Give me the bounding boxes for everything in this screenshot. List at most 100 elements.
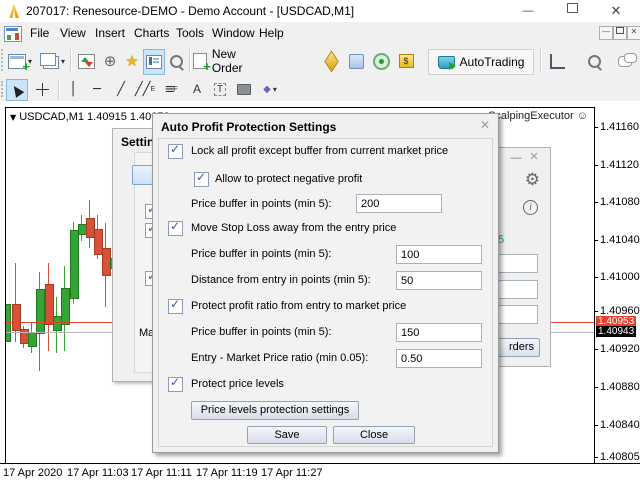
- line-studies-toolbar: │ ─ ╱ ╱╱ E ≡ F A T ◆ ▾: [0, 77, 640, 102]
- title-bar: 207017: Renesource-DEMO - Demo Account -…: [0, 0, 640, 23]
- dialog-title: Auto Profit Protection Settings: [161, 120, 337, 134]
- arrows-tool-button[interactable]: ◆ ▾: [257, 79, 283, 99]
- price-tick-label: 1.41080: [600, 196, 640, 208]
- chart-properties-button[interactable]: [546, 49, 568, 73]
- mdi-close-button[interactable]: ✕: [627, 26, 640, 40]
- panel-close-icon[interactable]: ✕: [528, 151, 540, 163]
- protect-levels-label: Protect price levels: [191, 378, 284, 390]
- rectangle-icon: [237, 83, 251, 95]
- news-button[interactable]: [370, 49, 392, 73]
- price-tick-label: 1.41120: [600, 159, 639, 171]
- price-tick-label: 1.40880: [600, 381, 640, 393]
- vertical-line-icon: │: [69, 81, 77, 97]
- text-label-tool-button[interactable]: T: [209, 79, 231, 99]
- protect-levels-checkbox[interactable]: ✓: [168, 375, 183, 392]
- text-tool-button[interactable]: A: [187, 79, 207, 99]
- negative-profit-checkbox[interactable]: ✓: [194, 170, 209, 187]
- new-order-button[interactable]: + New Order: [193, 47, 269, 75]
- distance-entry-input[interactable]: [396, 271, 482, 290]
- close-button[interactable]: ✕: [596, 0, 636, 22]
- profiles-icon: [39, 53, 59, 69]
- navigator-icon: ⊕: [103, 52, 117, 70]
- time-axis: 17 Apr 2020 17 Apr 11:03 17 Apr 11:11 17 Ap…: [0, 463, 640, 480]
- favorites-button[interactable]: ★: [121, 49, 143, 73]
- symbol-ohlc-text: USDCAD,M1 1.40915 1.40958: [19, 111, 170, 123]
- bid-price-tag: 1.40943: [596, 326, 637, 337]
- market-watch-button[interactable]: [75, 49, 97, 73]
- dialog-close-icon[interactable]: ✕: [478, 118, 492, 132]
- menu-help[interactable]: Help: [253, 25, 290, 42]
- price-tick-label: 1.40920: [600, 343, 640, 355]
- favorites-star-icon: ★: [125, 52, 139, 70]
- dollar-icon: $: [398, 54, 414, 68]
- symbol-header[interactable]: ▼ USDCAD,M1 1.40915 1.40958: [10, 111, 170, 123]
- accounts-button[interactable]: $: [395, 49, 417, 73]
- navigator-button[interactable]: ⊕: [99, 49, 121, 73]
- lock-profit-checkbox[interactable]: ✓: [168, 142, 183, 159]
- broadcast-icon: [372, 52, 390, 70]
- time-tick-label: 17 Apr 11:11: [131, 467, 192, 479]
- arrows-icon: ◆: [263, 83, 271, 95]
- terminal-icon: [146, 55, 162, 69]
- price-buffer1-input[interactable]: [356, 194, 442, 213]
- cursor-icon: [9, 82, 25, 98]
- trendline-tool-button[interactable]: ╱: [111, 79, 131, 99]
- lock-profit-label: Lock all profit except buffer from curre…: [191, 145, 449, 157]
- channel-tool-button[interactable]: ╱╱ E: [133, 79, 157, 99]
- info-icon[interactable]: i: [523, 200, 538, 215]
- chat-button[interactable]: [612, 49, 638, 73]
- menu-bar: File View Insert Charts Tools Window Hel…: [0, 22, 640, 46]
- mdi-restore-button[interactable]: [613, 26, 627, 40]
- gear-icon[interactable]: ⚙: [525, 170, 540, 190]
- mdi-minimize-button[interactable]: —: [599, 26, 613, 40]
- panel-minimize-icon[interactable]: —: [510, 153, 522, 164]
- cursor-tool-button[interactable]: [6, 79, 28, 101]
- price-buffer3-label: Price buffer in points (min 5):: [191, 326, 332, 338]
- minimize-button[interactable]: —: [508, 0, 548, 22]
- time-tick-label: 17 Apr 11:03: [67, 467, 129, 479]
- mt4-window: 207017: Renesource-DEMO - Demo Account -…: [0, 0, 640, 480]
- horizontal-line-tool-button[interactable]: ─: [87, 79, 107, 99]
- price-tick-label: 1.41000: [600, 271, 640, 283]
- maximize-button[interactable]: [552, 0, 592, 22]
- menu-charts[interactable]: Charts: [128, 25, 175, 42]
- terminal-button[interactable]: [143, 49, 165, 75]
- menu-tools[interactable]: Tools: [170, 25, 210, 42]
- price-axis: 1.41160 1.41120 1.41080 1.41040 1.41000 1.409…: [594, 107, 640, 463]
- save-button[interactable]: Save: [247, 426, 327, 444]
- close-dialog-button[interactable]: Close: [333, 426, 415, 444]
- strategy-tester-button[interactable]: [165, 49, 187, 73]
- price-buffer2-input[interactable]: [396, 245, 482, 264]
- zoom-button[interactable]: [583, 49, 605, 73]
- channel-icon: ╱╱: [134, 81, 151, 97]
- vertical-line-tool-button[interactable]: │: [63, 79, 83, 99]
- menu-file[interactable]: File: [24, 25, 55, 42]
- auto-profit-protection-dialog: Auto Profit Protection Settings ✕ ✓ Lock…: [152, 113, 499, 453]
- crosshair-tool-button[interactable]: [32, 79, 52, 99]
- axes-icon: [549, 53, 565, 69]
- magnifier-icon: [587, 54, 602, 71]
- menu-insert[interactable]: Insert: [89, 25, 131, 42]
- yellow-diamond-icon: [323, 49, 339, 73]
- price-tick-label: 1.40840: [600, 419, 640, 431]
- profiles-button[interactable]: ▾: [38, 49, 66, 73]
- mt4-logo-icon: [9, 4, 19, 18]
- text-icon: A: [192, 82, 201, 96]
- autotrading-button[interactable]: AutoTrading: [428, 49, 534, 75]
- new-chart-button[interactable]: + ▾: [6, 49, 34, 73]
- protect-ratio-checkbox[interactable]: ✓: [168, 297, 183, 314]
- chart-menu-icon[interactable]: [4, 26, 22, 42]
- fibonacci-tool-button[interactable]: ≡ F: [159, 79, 183, 99]
- shapes-tool-button[interactable]: [233, 79, 255, 99]
- move-stoploss-checkbox[interactable]: ✓: [168, 219, 183, 236]
- expert-advisors-button[interactable]: [345, 49, 367, 73]
- entry-ratio-input[interactable]: [396, 349, 482, 368]
- metaeditor-button[interactable]: [320, 49, 342, 73]
- price-buffer3-input[interactable]: [396, 323, 482, 342]
- market-watch-icon: [77, 53, 95, 69]
- autotrading-icon: [437, 55, 456, 70]
- menu-view[interactable]: View: [54, 25, 92, 42]
- window-title: 207017: Renesource-DEMO - Demo Account -…: [26, 4, 355, 18]
- price-tick-label: 1.41160: [600, 121, 639, 133]
- price-levels-settings-button[interactable]: Price levels protection settings: [191, 401, 359, 420]
